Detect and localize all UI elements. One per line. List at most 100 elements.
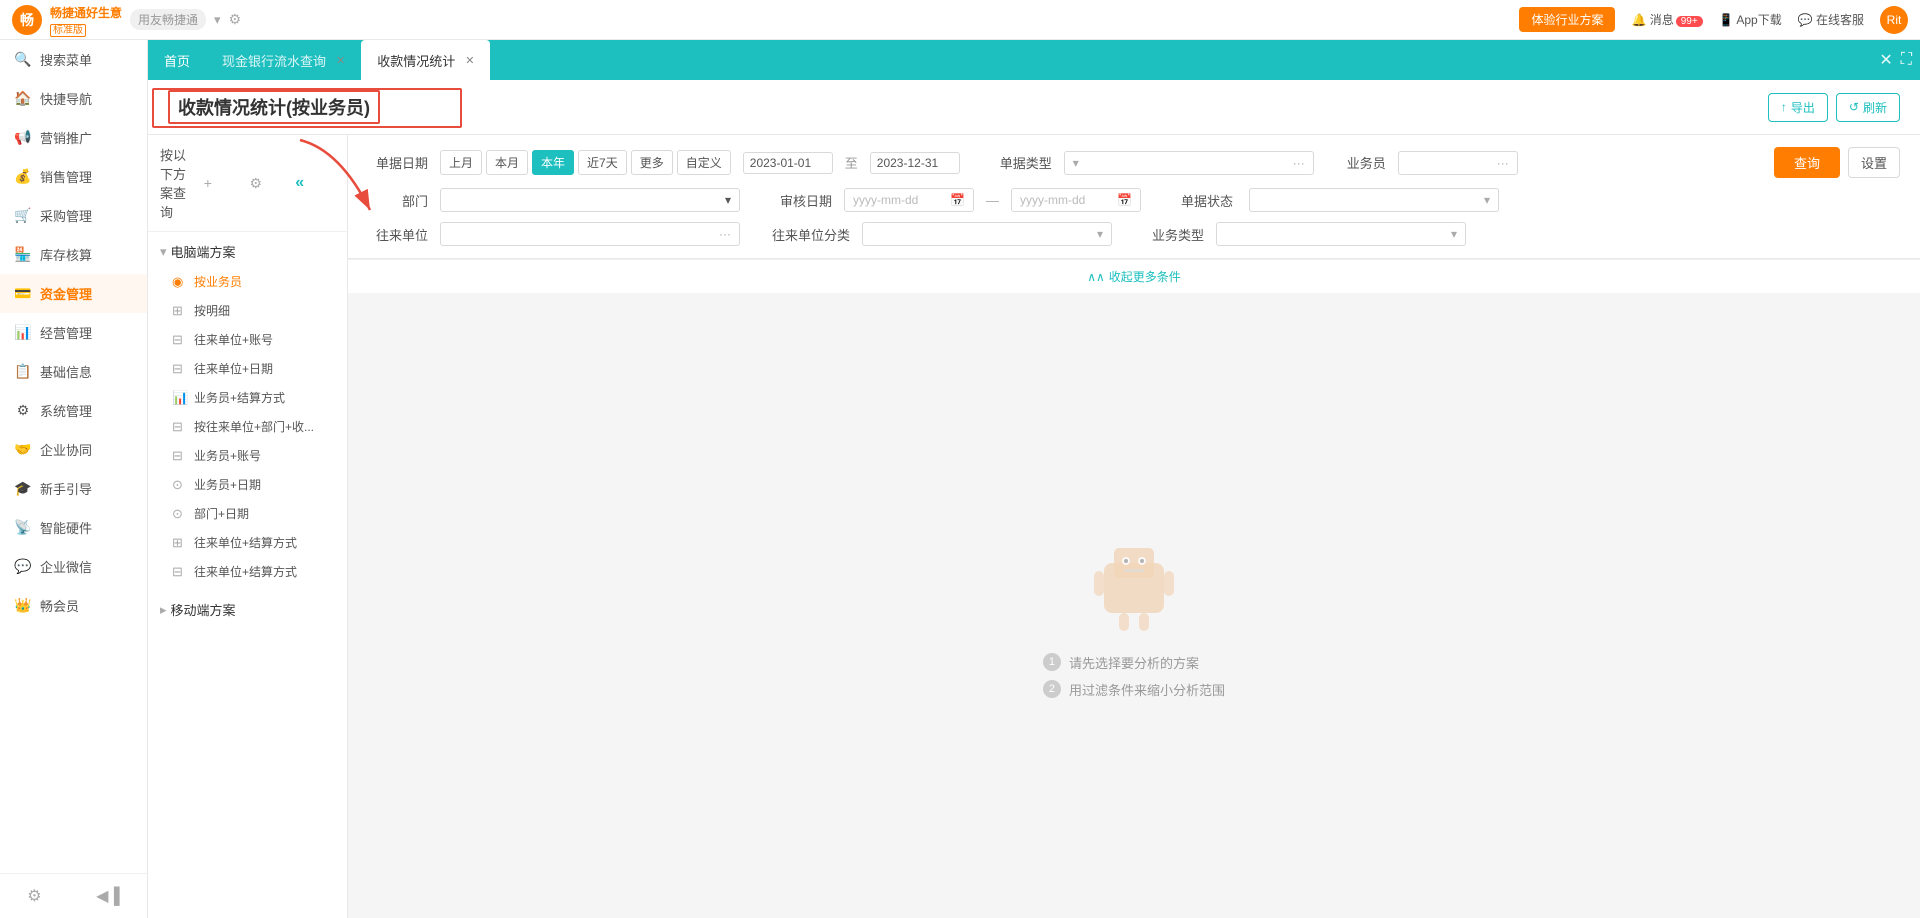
scheme-item-7[interactable]: ⊙ 业务员+日期 (148, 470, 347, 499)
date-from-input[interactable] (743, 152, 833, 174)
sidebar-collapse-btn[interactable]: ◀▐ (88, 882, 128, 910)
app-download-btn[interactable]: 📱 App下载 (1719, 11, 1782, 28)
sidebar-nav: 🔍 搜索菜单 🏠 快捷导航 📢 营销推广 💰 销售管理 🛒 采购管理 🏪 (0, 40, 147, 873)
sidebar-item-search[interactable]: 🔍 搜索菜单 (0, 40, 147, 79)
dept-select[interactable]: ▾ (440, 188, 740, 212)
sidebar-item-wechat[interactable]: 💬 企业微信 (0, 547, 147, 586)
sidebar-item-member[interactable]: 👑 畅会员 (0, 586, 147, 625)
data-area: 1 请先选择要分析的方案 2 用过滤条件来缩小分析范围 (348, 293, 1920, 918)
scheme-item-10[interactable]: ⊟ 往来单位+结算方式 (148, 557, 347, 586)
main-layout: 🔍 搜索菜单 🏠 快捷导航 📢 营销推广 💰 销售管理 🛒 采购管理 🏪 (0, 40, 1920, 918)
collapse-bar[interactable]: ∧∧ 收起更多条件 (348, 259, 1920, 293)
query-btn[interactable]: 查询 (1774, 147, 1840, 178)
date-btn-this-month[interactable]: 本月 (486, 150, 528, 175)
refresh-btn[interactable]: ↺ 刷新 (1836, 93, 1900, 122)
scheme-item-3[interactable]: ⊟ 往来单位+日期 (148, 354, 347, 383)
left-panel-header: 按以下方案查询 + ⚙ « (148, 135, 347, 232)
scheme-item-icon-1: ⊞ (172, 303, 188, 319)
desktop-section: ▾ 电脑端方案 ◉ 按业务员 ⊞ 按明细 ⊟ 往来单位+账号 (148, 232, 347, 590)
partner-more-icon[interactable]: ··· (719, 227, 731, 241)
date-btn-more[interactable]: 更多 (631, 150, 673, 175)
sidebar-item-operations[interactable]: 📊 经营管理 (0, 313, 147, 352)
empty-illustration (1074, 513, 1194, 633)
sidebar-item-quicknav[interactable]: 🏠 快捷导航 (0, 79, 147, 118)
date-to-input[interactable] (870, 152, 960, 174)
desktop-section-header[interactable]: ▾ 电脑端方案 (148, 236, 347, 267)
sidebar-settings-btn[interactable]: ⚙ (19, 882, 49, 910)
scheme-item-0[interactable]: ◉ 按业务员 (148, 267, 347, 296)
doctype-select[interactable]: ▾ ··· (1064, 151, 1314, 175)
sidebar-item-system[interactable]: ⚙ 系统管理 (0, 391, 147, 430)
doctype-arrow-icon: ▾ (1073, 156, 1079, 170)
mobile-section: ▸ 移动端方案 (148, 590, 347, 629)
sidebar-item-marketing[interactable]: 📢 营销推广 (0, 118, 147, 157)
tab-collection[interactable]: 收款情况统计 ✕ (361, 40, 490, 80)
date-range-buttons: 上月 本月 本年 近7天 更多 自定义 (440, 150, 731, 175)
date-btn-custom[interactable]: 自定义 (677, 150, 731, 175)
member-icon: 👑 (14, 597, 32, 615)
user-avatar[interactable]: Rit (1880, 6, 1908, 34)
scheme-item-2[interactable]: ⊟ 往来单位+账号 (148, 325, 347, 354)
sidebar-item-inventory[interactable]: 🏪 库存核算 (0, 235, 147, 274)
audit-date-from[interactable]: yyyy-mm-dd 📅 (844, 188, 974, 212)
scheme-item-4[interactable]: 📊 业务员+结算方式 (148, 383, 347, 412)
sidebar-item-purchase[interactable]: 🛒 采购管理 (0, 196, 147, 235)
date-btn-this-year[interactable]: 本年 (532, 150, 574, 175)
audit-date-to[interactable]: yyyy-mm-dd 📅 (1011, 188, 1141, 212)
doc-status-select[interactable]: ▾ (1249, 188, 1499, 212)
scheme-item-8[interactable]: ⊙ 部门+日期 (148, 499, 347, 528)
doc-status-arrow-icon: ▾ (1484, 193, 1490, 207)
scheme-settings-btn[interactable]: ⚙ (248, 173, 290, 194)
online-service-btn[interactable]: 💬 在线客服 (1798, 11, 1864, 28)
scheme-item-1[interactable]: ⊞ 按明细 (148, 296, 347, 325)
messages-btn[interactable]: 🔔 消息99+ (1631, 11, 1702, 28)
tab-cashflow-close-icon[interactable]: ✕ (336, 54, 345, 67)
scheme-item-icon-4: 📊 (172, 390, 188, 406)
sidebar-item-smarthw[interactable]: 📡 智能硬件 (0, 508, 147, 547)
scheme-item-6[interactable]: ⊟ 业务员+账号 (148, 441, 347, 470)
doctype-more-icon[interactable]: ··· (1293, 156, 1305, 170)
tab-close-all-icon[interactable]: ✕ (1879, 50, 1892, 70)
partner-select[interactable]: ··· (440, 222, 740, 246)
date-btn-7days[interactable]: 近7天 (578, 150, 627, 175)
sidebar-item-newbie[interactable]: 🎓 新手引导 (0, 469, 147, 508)
operations-icon: 📊 (14, 324, 32, 342)
scheme-item-icon-0: ◉ (172, 274, 188, 290)
sidebar: 🔍 搜索菜单 🏠 快捷导航 📢 营销推广 💰 销售管理 🛒 采购管理 🏪 (0, 40, 148, 918)
breadcrumb-dropdown-icon[interactable]: ▾ (214, 12, 221, 28)
setting-btn[interactable]: 设置 (1848, 147, 1900, 178)
tab-cashflow[interactable]: 现金银行流水查询 ✕ (206, 40, 361, 80)
date-btn-last-month[interactable]: 上月 (440, 150, 482, 175)
mobile-section-header[interactable]: ▸ 移动端方案 (148, 594, 347, 625)
tip-1: 1 请先选择要分析的方案 (1043, 653, 1225, 672)
main-area: 首页 现金银行流水查询 ✕ 收款情况统计 ✕ ✕ ⛶ 收款情况统计(按业务员) … (148, 40, 1920, 918)
add-scheme-btn[interactable]: + (202, 173, 244, 193)
sidebar-item-sales[interactable]: 💰 销售管理 (0, 157, 147, 196)
tip-num-2: 2 (1043, 680, 1061, 698)
sidebar-item-basic[interactable]: 📋 基础信息 (0, 352, 147, 391)
salesperson-select[interactable]: ··· (1398, 151, 1518, 175)
sidebar-item-finance[interactable]: 💳 资金管理 (0, 274, 147, 313)
export-btn[interactable]: ↑ 导出 (1768, 93, 1828, 122)
scheme-item-icon-8: ⊙ (172, 506, 188, 522)
settings-icon[interactable]: ⚙ (229, 11, 242, 28)
top-header: 畅 畅捷通好生意 标准版 用友畅捷通 ▾ ⚙ 体验行业方案 🔔 消息99+ 📱 … (0, 0, 1920, 40)
trial-btn[interactable]: 体验行业方案 (1519, 7, 1615, 32)
sidebar-item-enterprise[interactable]: 🤝 企业协同 (0, 430, 147, 469)
scheme-item-9[interactable]: ⊞ 往来单位+结算方式 (148, 528, 347, 557)
salesperson-more-icon[interactable]: ··· (1497, 156, 1509, 170)
system-icon: ⚙ (14, 402, 32, 420)
tab-home[interactable]: 首页 (148, 40, 206, 80)
collapse-panel-btn[interactable]: « (293, 172, 335, 194)
section-expand-icon: ▾ (160, 244, 167, 260)
filter-row-2: 部门 ▾ 审核日期 yyyy-mm-dd 📅 — yyyy-mm-dd (368, 188, 1900, 212)
biz-type-select[interactable]: ▾ (1216, 222, 1466, 246)
scheme-item-icon-7: ⊙ (172, 477, 188, 493)
tab-restore-icon[interactable]: ⛶ (1901, 51, 1912, 69)
tab-collection-close-icon[interactable]: ✕ (465, 54, 474, 67)
partner-category-arrow-icon: ▾ (1097, 227, 1103, 241)
partner-category-select[interactable]: ▾ (862, 222, 1112, 246)
scheme-item-5[interactable]: ⊟ 按往来单位+部门+收... (148, 412, 347, 441)
page-header: 收款情况统计(按业务员) ↑ 导出 ↺ 刷新 (148, 80, 1920, 135)
search-icon: 🔍 (14, 51, 32, 69)
